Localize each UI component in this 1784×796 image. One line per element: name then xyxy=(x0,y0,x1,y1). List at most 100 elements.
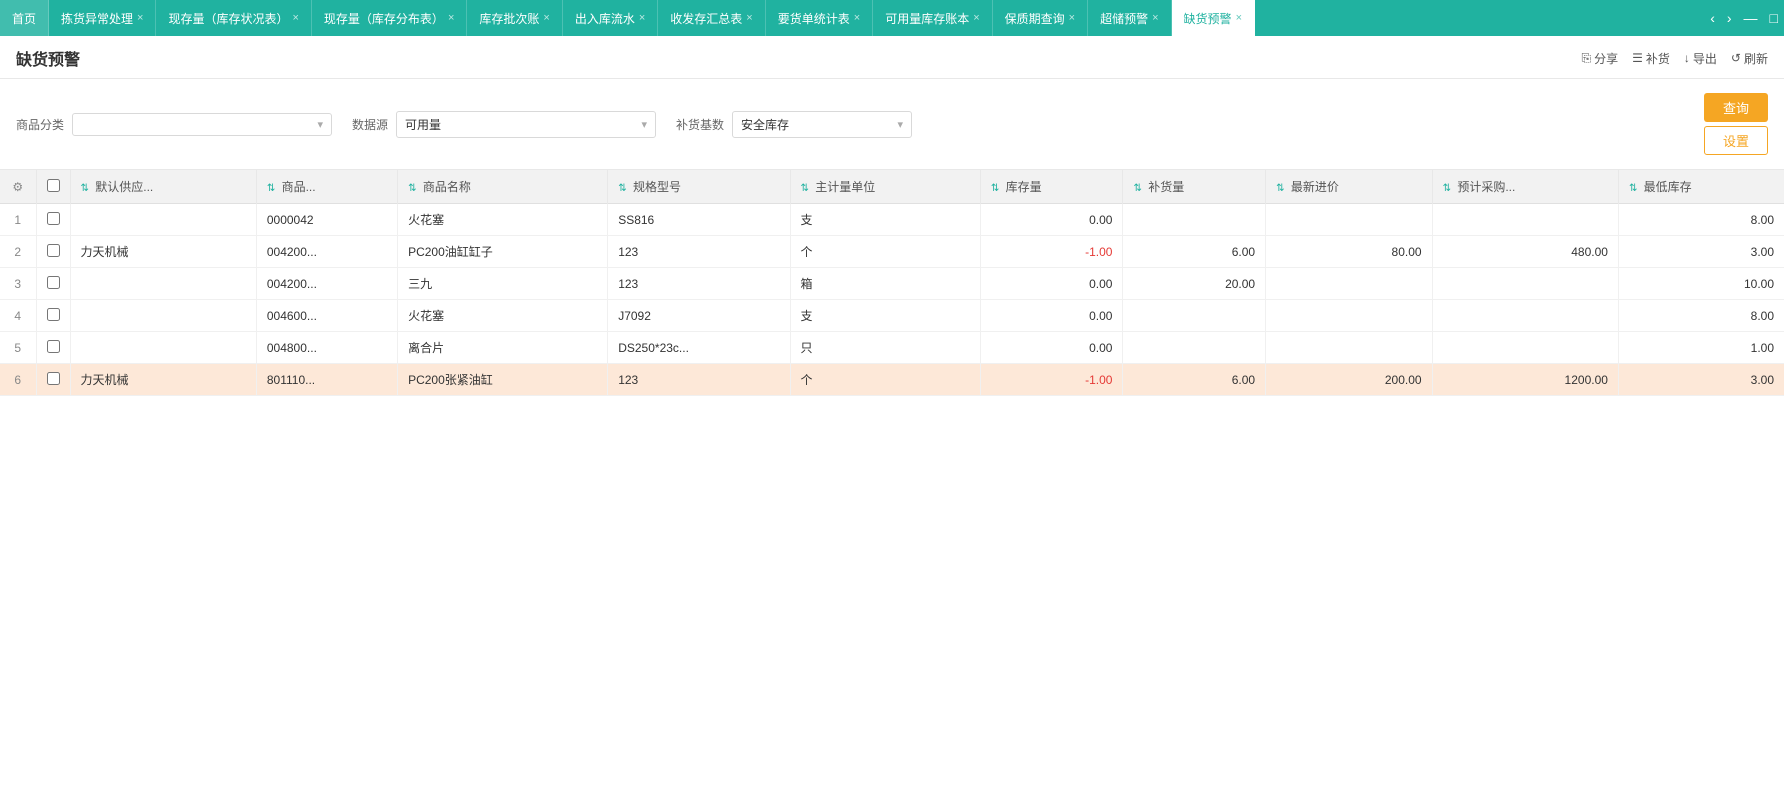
sort-arrow-est[interactable]: ⇅ xyxy=(1443,183,1451,194)
sort-arrow-stock[interactable]: ⇅ xyxy=(991,183,999,194)
tab-item-overstock-warn[interactable]: 超储预警× xyxy=(1088,0,1171,36)
row-checkbox-cell-3 xyxy=(36,268,70,300)
tab-item-inventory-status[interactable]: 现存量（库存状况表） × xyxy=(156,0,311,36)
tab-close-btn[interactable]: × xyxy=(543,12,549,24)
table-gear-icon[interactable]: ⚙ xyxy=(12,180,23,194)
sort-arrow-spec[interactable]: ⇅ xyxy=(618,183,626,194)
tab-label: 缺货预警 xyxy=(1184,10,1232,27)
tab-prev-btn[interactable]: ‹ xyxy=(1704,0,1721,36)
row-checkbox-cell-6 xyxy=(36,364,70,396)
sort-arrow-supplier[interactable]: ⇅ xyxy=(81,183,89,194)
tab-item-receive-summary[interactable]: 收发存汇总表× xyxy=(658,0,765,36)
row-checkbox-6[interactable] xyxy=(47,372,60,385)
col-est-purchase: ⇅ 预计采购... xyxy=(1432,170,1618,204)
tab-close-btn[interactable]: × xyxy=(1069,12,1075,24)
tab-label: 保质期查询 xyxy=(1005,10,1065,27)
cell-price-4 xyxy=(1266,300,1432,332)
tab-item-shortage-warn[interactable]: 缺货预警 × xyxy=(1172,0,1255,36)
tab-item-home[interactable]: 首页 xyxy=(0,0,49,36)
cell-code-3: 004200... xyxy=(256,268,397,300)
sort-arrow-price[interactable]: ⇅ xyxy=(1276,183,1284,194)
tab-close-btn[interactable]: × xyxy=(1152,12,1158,24)
row-checkbox-cell-2 xyxy=(36,236,70,268)
cell-code-5: 004800... xyxy=(256,332,397,364)
page-title: 缺货预警 xyxy=(16,46,80,70)
refresh-button[interactable]: ↺ 刷新 xyxy=(1731,50,1768,67)
tab-item-inout-flow[interactable]: 出入库流水 × xyxy=(563,0,658,36)
tab-item-requisition-stats[interactable]: 要货单统计表 × xyxy=(766,0,873,36)
sort-arrow-replenish[interactable]: ⇅ xyxy=(1133,183,1141,194)
export-icon: ↓ xyxy=(1684,51,1690,65)
refresh-icon: ↺ xyxy=(1731,51,1741,65)
share-button[interactable]: ⎘ 分享 xyxy=(1582,50,1619,67)
select-all-checkbox[interactable] xyxy=(47,179,60,192)
cell-supplier-5 xyxy=(70,332,256,364)
col-item-code: ⇅ 商品... xyxy=(256,170,397,204)
row-checkbox-2[interactable] xyxy=(47,244,60,257)
tab-next-btn[interactable]: › xyxy=(1721,0,1738,36)
replenish-base-label: 补货基数 xyxy=(676,116,724,133)
tab-close-btn[interactable]: × xyxy=(292,12,298,24)
query-button[interactable]: 查询 xyxy=(1704,93,1768,122)
cell-stock-6: -1.00 xyxy=(980,364,1123,396)
row-checkbox-1[interactable] xyxy=(47,212,60,225)
cell-price-3 xyxy=(1266,268,1432,300)
cell-replenish-1 xyxy=(1123,204,1266,236)
table-header-row: ⚙ ⇅ 默认供应... ⇅ 商品... ⇅ 商品名称 xyxy=(0,170,1784,204)
cell-min-1: 8.00 xyxy=(1618,204,1784,236)
cell-spec-3: 123 xyxy=(608,268,790,300)
row-checkbox-3[interactable] xyxy=(47,276,60,289)
tab-item-abnormal[interactable]: 拣货异常处理 × xyxy=(49,0,156,36)
cell-price-1 xyxy=(1266,204,1432,236)
sort-arrow-min[interactable]: ⇅ xyxy=(1629,183,1637,194)
tab-close-btn[interactable]: × xyxy=(137,12,143,24)
tab-item-inventory-dist[interactable]: 现存量（库存分布表）× xyxy=(312,0,467,36)
tab-close-btn[interactable]: × xyxy=(854,12,860,24)
tab-item-batch-account[interactable]: 库存批次账 × xyxy=(467,0,562,36)
tab-label: 拣货异常处理 xyxy=(61,10,133,27)
tab-item-available-ledger[interactable]: 可用量库存账本× xyxy=(873,0,992,36)
tab-label: 现存量（库存状况表） xyxy=(168,10,288,27)
row-num-6: 6 xyxy=(0,364,36,396)
cell-supplier-3 xyxy=(70,268,256,300)
cell-name-1: 火花塞 xyxy=(398,204,608,236)
tab-close-btn[interactable]: × xyxy=(639,12,645,24)
replenish-base-value: 安全库存 xyxy=(741,116,789,133)
sort-arrow-unit[interactable]: ⇅ xyxy=(801,183,809,194)
tab-label: 要货单统计表 xyxy=(778,10,850,27)
export-button[interactable]: ↓ 导出 xyxy=(1684,50,1717,67)
tab-label: 库存批次账 xyxy=(479,10,539,27)
category-select[interactable]: ▾ xyxy=(72,113,332,136)
tab-maximize-btn[interactable]: □ xyxy=(1764,0,1784,36)
row-checkbox-4[interactable] xyxy=(47,308,60,321)
filter-buttons: 查询 设置 xyxy=(1704,93,1768,155)
tab-close-btn[interactable]: × xyxy=(1236,12,1242,24)
tab-label: 出入库流水 xyxy=(575,10,635,27)
sort-arrow-name[interactable]: ⇅ xyxy=(408,183,416,194)
cell-stock-2: -1.00 xyxy=(980,236,1123,268)
tab-minimize-btn[interactable]: — xyxy=(1738,0,1764,36)
row-checkbox-5[interactable] xyxy=(47,340,60,353)
replenish-button[interactable]: ☰ 补货 xyxy=(1632,50,1670,67)
tab-close-btn[interactable]: × xyxy=(448,12,454,24)
cell-replenish-2: 6.00 xyxy=(1123,236,1266,268)
replenish-base-chevron: ▾ xyxy=(898,118,904,131)
table-row: 2 力天机械 004200... PC200油缸缸子 123 个 -1.00 6… xyxy=(0,236,1784,268)
datasource-label: 数据源 xyxy=(352,116,388,133)
cell-est-5 xyxy=(1432,332,1618,364)
cell-est-6: 1200.00 xyxy=(1432,364,1618,396)
tab-item-expiry-query[interactable]: 保质期查询 × xyxy=(993,0,1088,36)
cell-stock-5: 0.00 xyxy=(980,332,1123,364)
cell-min-2: 3.00 xyxy=(1618,236,1784,268)
settings-button[interactable]: 设置 xyxy=(1704,126,1768,155)
share-icon: ⎘ xyxy=(1582,51,1592,66)
tab-close-btn[interactable]: × xyxy=(746,12,752,24)
table-row: 5 004800... 离合片 DS250*23c... 只 0.00 1.00 xyxy=(0,332,1784,364)
cell-stock-1: 0.00 xyxy=(980,204,1123,236)
replenish-base-select[interactable]: 安全库存 ▾ xyxy=(732,111,912,138)
tab-close-btn[interactable]: × xyxy=(973,12,979,24)
datasource-select[interactable]: 可用量 ▾ xyxy=(396,111,656,138)
table-row: 6 力天机械 801110... PC200张紧油缸 123 个 -1.00 6… xyxy=(0,364,1784,396)
sort-arrow-code[interactable]: ⇅ xyxy=(267,183,275,194)
page-wrapper: 缺货预警 ⎘ 分享 ☰ 补货 ↓ 导出 ↺ 刷新 商品分类 xyxy=(0,36,1784,796)
